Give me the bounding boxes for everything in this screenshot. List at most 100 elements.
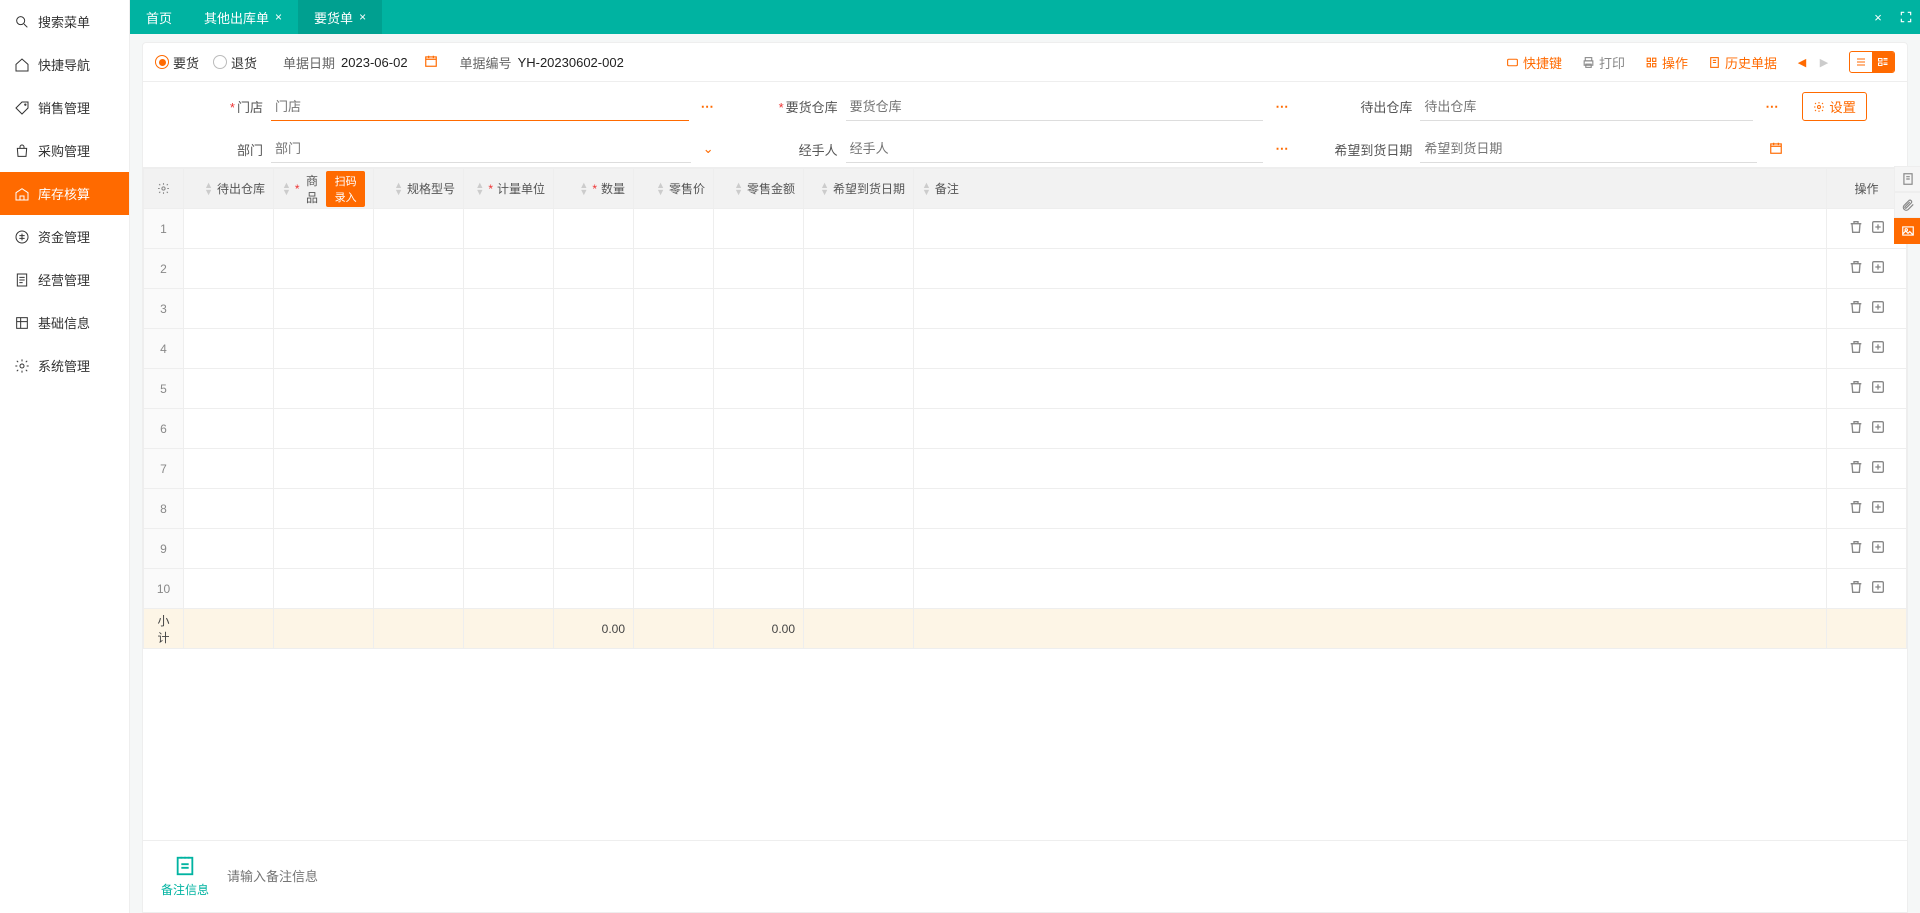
delete-icon[interactable] <box>1848 379 1864 395</box>
col-product[interactable]: ▲▼*商品扫码录入 <box>274 169 374 209</box>
add-icon[interactable] <box>1870 579 1886 595</box>
tab-close-all[interactable]: × <box>1864 0 1892 34</box>
lookup-icon[interactable]: ⋯ <box>1271 99 1292 115</box>
lookup-icon[interactable]: ⋯ <box>1271 141 1292 157</box>
delete-icon[interactable] <box>1848 339 1864 355</box>
date-value[interactable]: 2023-06-02 <box>341 55 408 70</box>
delete-icon[interactable] <box>1848 299 1864 315</box>
col-spec[interactable]: ▲▼规格型号 <box>374 169 464 209</box>
sidebar-item-business[interactable]: 经营管理 <box>0 258 129 301</box>
col-out-warehouse[interactable]: ▲▼待出仓库 <box>184 169 274 209</box>
dept-input[interactable] <box>271 135 691 163</box>
history-button[interactable]: 历史单据 <box>1708 53 1777 72</box>
prev-icon[interactable]: ◀ <box>1793 53 1811 71</box>
tab-request[interactable]: 要货单 × <box>298 0 382 34</box>
scan-tag[interactable]: 扫码录入 <box>326 171 365 207</box>
table-row[interactable]: 8 <box>144 489 1907 529</box>
table-row[interactable]: 1 <box>144 209 1907 249</box>
sort-icon[interactable]: ▲▼ <box>579 182 588 196</box>
table-row[interactable]: 4 <box>144 329 1907 369</box>
col-gear[interactable] <box>144 169 184 209</box>
sort-icon[interactable]: ▲▼ <box>734 182 743 196</box>
delete-icon[interactable] <box>1848 419 1864 435</box>
sidebar-item-funds[interactable]: 资金管理 <box>0 215 129 258</box>
delete-icon[interactable] <box>1848 219 1864 235</box>
col-amount[interactable]: ▲▼零售金额 <box>714 169 804 209</box>
delete-icon[interactable] <box>1848 499 1864 515</box>
col-price[interactable]: ▲▼零售价 <box>634 169 714 209</box>
remark-input[interactable] <box>227 869 1889 884</box>
calendar-icon[interactable] <box>424 54 438 71</box>
sidebar-item-baseinfo[interactable]: 基础信息 <box>0 301 129 344</box>
sort-icon[interactable]: ▲▼ <box>656 182 665 196</box>
sort-icon[interactable]: ▲▼ <box>394 182 403 196</box>
req-warehouse-input[interactable] <box>846 93 1264 121</box>
print-button[interactable]: 打印 <box>1582 53 1625 72</box>
table-row[interactable]: 3 <box>144 289 1907 329</box>
col-qty[interactable]: ▲▼*数量 <box>554 169 634 209</box>
delete-icon[interactable] <box>1848 259 1864 275</box>
lookup-icon[interactable]: ⋯ <box>697 99 718 115</box>
table-row[interactable]: 7 <box>144 449 1907 489</box>
sidebar-item-sales[interactable]: 销售管理 <box>0 86 129 129</box>
table-row[interactable]: 10 <box>144 569 1907 609</box>
table-row[interactable]: 9 <box>144 529 1907 569</box>
table-row[interactable]: 5 <box>144 369 1907 409</box>
dock-image-icon[interactable] <box>1894 218 1920 244</box>
col-label: 操作 <box>1854 180 1878 197</box>
view-card-icon[interactable] <box>1872 52 1894 72</box>
money-icon <box>14 229 30 245</box>
next-icon[interactable]: ▶ <box>1815 53 1833 71</box>
add-icon[interactable] <box>1870 219 1886 235</box>
add-icon[interactable] <box>1870 299 1886 315</box>
store-input[interactable] <box>271 93 689 121</box>
sort-icon[interactable]: ▲▼ <box>282 182 291 196</box>
close-icon[interactable]: × <box>359 10 366 24</box>
handler-input[interactable] <box>846 135 1264 163</box>
sort-icon[interactable]: ▲▼ <box>922 182 931 196</box>
shortcut-button[interactable]: 快捷键 <box>1506 53 1562 72</box>
expect-date-input[interactable] <box>1420 135 1757 163</box>
lookup-icon[interactable]: ⋯ <box>1761 99 1782 115</box>
tab-other-outbound[interactable]: 其他出库单 × <box>188 0 298 34</box>
sidebar-item-purchase[interactable]: 采购管理 <box>0 129 129 172</box>
dock-attach-icon[interactable] <box>1894 192 1920 218</box>
radio-request[interactable]: 要货 <box>155 53 199 72</box>
add-icon[interactable] <box>1870 339 1886 355</box>
sidebar-item-label: 快捷导航 <box>38 55 90 74</box>
settings-button[interactable]: 设置 <box>1802 92 1867 121</box>
add-icon[interactable] <box>1870 259 1886 275</box>
close-icon[interactable]: × <box>275 10 282 24</box>
calendar-icon[interactable] <box>1765 141 1787 158</box>
add-icon[interactable] <box>1870 459 1886 475</box>
delete-icon[interactable] <box>1848 579 1864 595</box>
document-header: 要货 退货 单据日期 2023-06-02 单据编号 YH-20230602-0… <box>142 42 1908 82</box>
sidebar-item-system[interactable]: 系统管理 <box>0 344 129 387</box>
sidebar-item-search[interactable]: 搜索菜单 <box>0 0 129 43</box>
sort-icon[interactable]: ▲▼ <box>820 182 829 196</box>
col-remark[interactable]: ▲▼备注 <box>914 169 1827 209</box>
radio-return[interactable]: 退货 <box>213 53 257 72</box>
add-icon[interactable] <box>1870 499 1886 515</box>
col-unit[interactable]: ▲▼*计量单位 <box>464 169 554 209</box>
sort-icon[interactable]: ▲▼ <box>204 182 213 196</box>
sidebar-item-inventory[interactable]: 库存核算 <box>0 172 129 215</box>
view-list-icon[interactable] <box>1850 52 1872 72</box>
sort-icon[interactable]: ▲▼ <box>475 182 484 196</box>
table-row[interactable]: 2 <box>144 249 1907 289</box>
add-icon[interactable] <box>1870 419 1886 435</box>
operate-button[interactable]: 操作 <box>1645 53 1688 72</box>
col-expect[interactable]: ▲▼希望到货日期 <box>804 169 914 209</box>
fullscreen-icon[interactable] <box>1892 0 1920 34</box>
delete-icon[interactable] <box>1848 459 1864 475</box>
radio-label: 退货 <box>231 53 257 72</box>
sidebar-item-quicknav[interactable]: 快捷导航 <box>0 43 129 86</box>
dock-note-icon[interactable] <box>1894 166 1920 192</box>
add-icon[interactable] <box>1870 539 1886 555</box>
tab-home[interactable]: 首页 <box>130 0 188 34</box>
delete-icon[interactable] <box>1848 539 1864 555</box>
table-row[interactable]: 6 <box>144 409 1907 449</box>
out-warehouse-input[interactable] <box>1420 93 1753 121</box>
chevron-down-icon[interactable]: ⌄ <box>699 141 718 157</box>
add-icon[interactable] <box>1870 379 1886 395</box>
